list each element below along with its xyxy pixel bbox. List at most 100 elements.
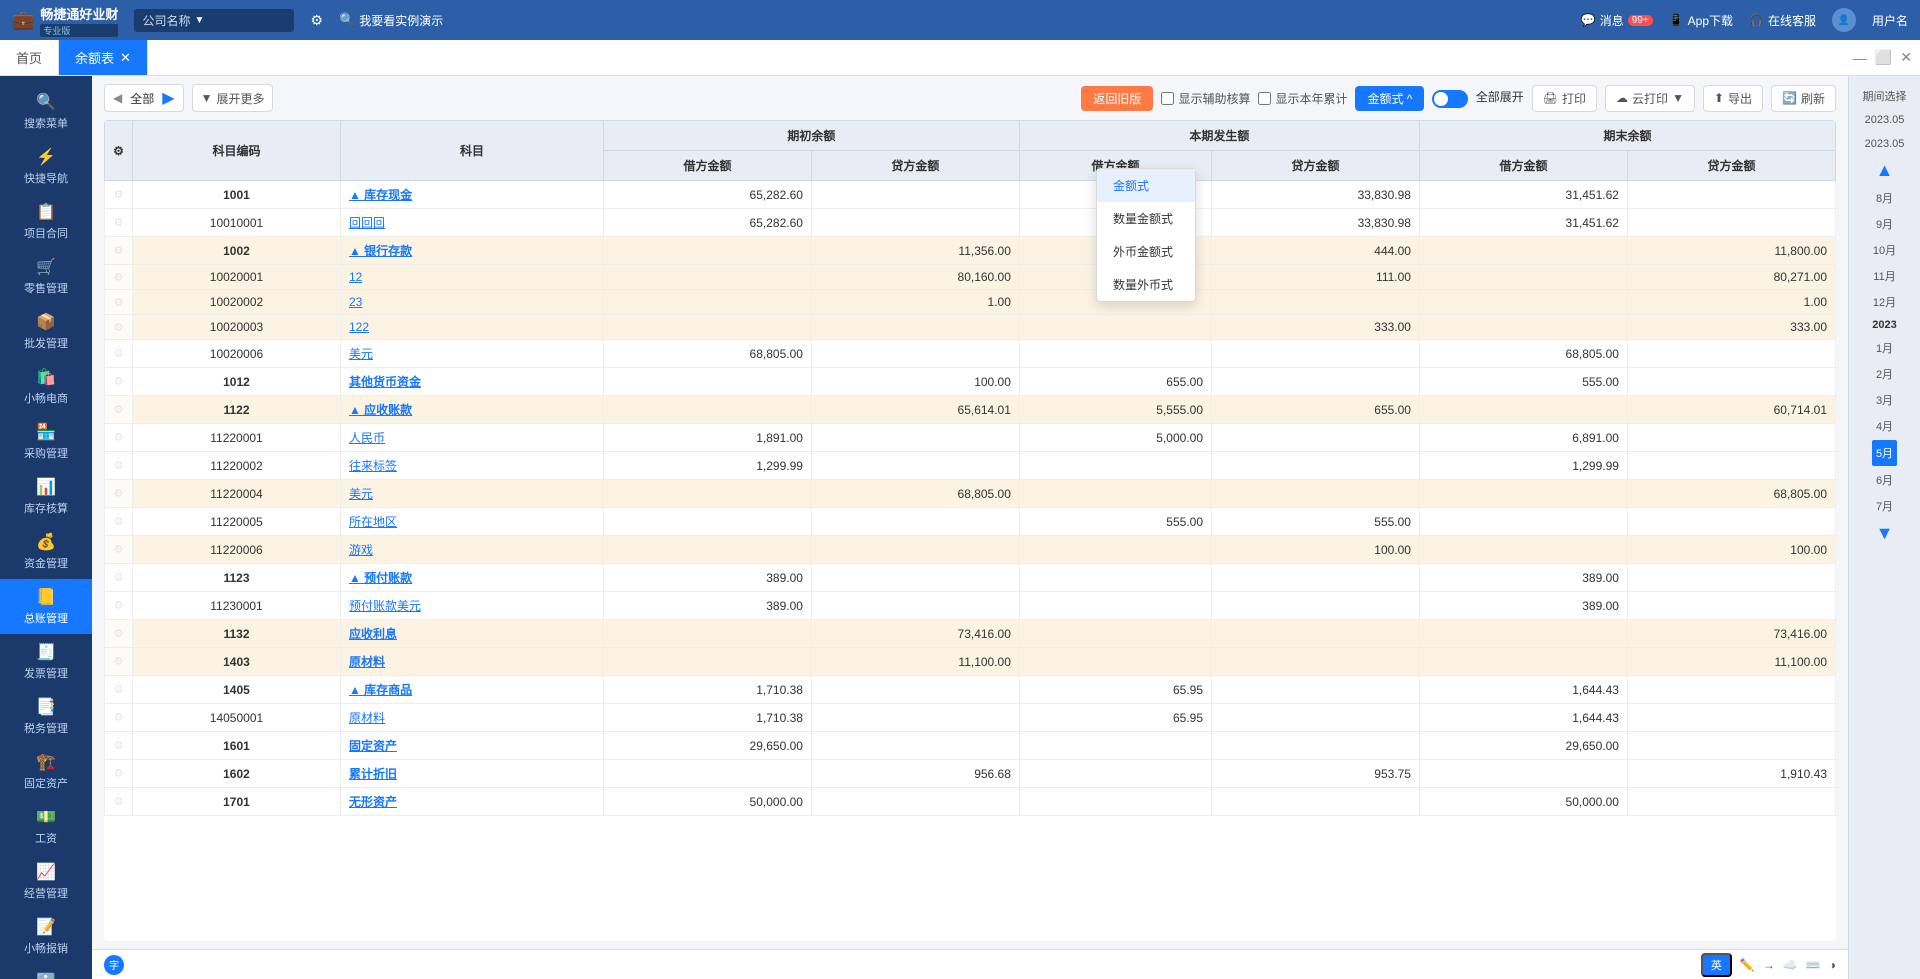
row-gear[interactable]: ⚙: [105, 396, 133, 424]
row-gear[interactable]: ⚙: [105, 508, 133, 536]
sidebar-item-operations[interactable]: 📈 经营管理: [0, 854, 92, 909]
row-gear[interactable]: ⚙: [105, 368, 133, 396]
nav-forward-icon[interactable]: ▶: [162, 88, 174, 108]
month-sep[interactable]: 9月: [1872, 211, 1897, 237]
show-ytd-checkbox[interactable]: [1258, 92, 1271, 105]
dropdown-item-amount[interactable]: 金额式: [1097, 169, 1195, 202]
sidebar-item-tax[interactable]: 📑 税务管理: [0, 689, 92, 744]
month-dec[interactable]: 12月: [1869, 289, 1900, 315]
row-subject[interactable]: ▲ 应收账款: [340, 396, 603, 424]
app-download-btn[interactable]: 📱 App下载: [1669, 12, 1733, 29]
row-subject[interactable]: 美元: [340, 340, 603, 368]
sidebar-item-inventory[interactable]: 📊 库存核算: [0, 469, 92, 524]
row-subject[interactable]: 往来标签: [340, 452, 603, 480]
sidebar-item-project[interactable]: 📋 项目合同: [0, 194, 92, 249]
row-gear[interactable]: ⚙: [105, 760, 133, 788]
row-gear[interactable]: ⚙: [105, 237, 133, 265]
star-icon[interactable]: →: [1763, 958, 1775, 972]
row-gear[interactable]: ⚙: [105, 290, 133, 315]
edit-icon[interactable]: ✏️: [1740, 958, 1755, 972]
show-auxiliary-checkbox[interactable]: [1161, 92, 1174, 105]
refresh-btn[interactable]: 🔄 刷新: [1771, 85, 1836, 112]
row-subject[interactable]: ▲ 库存商品: [340, 676, 603, 704]
notifications-btn[interactable]: 💬 消息 99+: [1581, 12, 1653, 29]
company-selector[interactable]: 公司名称 ▼: [134, 9, 294, 32]
cloud-print-btn[interactable]: ☁ 云打印 ▼: [1605, 85, 1695, 112]
keyboard-icon[interactable]: ⌨️: [1806, 958, 1821, 972]
row-gear[interactable]: ⚙: [105, 676, 133, 704]
translate-icon[interactable]: 字: [104, 955, 124, 975]
row-gear[interactable]: ⚙: [105, 536, 133, 564]
month-jan[interactable]: 1月: [1872, 335, 1897, 361]
row-gear[interactable]: ⚙: [105, 265, 133, 290]
month-jun[interactable]: 6月: [1872, 467, 1897, 493]
row-subject[interactable]: 美元: [340, 480, 603, 508]
col-settings-icon[interactable]: ⚙: [113, 144, 124, 158]
expand-more-btn[interactable]: ▼ 展开更多: [192, 84, 274, 112]
month-aug[interactable]: 8月: [1872, 185, 1897, 211]
row-gear[interactable]: ⚙: [105, 704, 133, 732]
tab-maximize-icon[interactable]: ⬜: [1875, 49, 1892, 66]
cloud-sync-icon[interactable]: ☁️: [1783, 958, 1798, 972]
row-gear[interactable]: ⚙: [105, 592, 133, 620]
row-gear[interactable]: ⚙: [105, 424, 133, 452]
row-subject[interactable]: 无形资产: [340, 788, 603, 816]
tab-minimize-icon[interactable]: —: [1853, 50, 1867, 66]
row-gear[interactable]: ⚙: [105, 340, 133, 368]
month-apr[interactable]: 4月: [1872, 413, 1897, 439]
settings-icon[interactable]: ⚙: [310, 12, 323, 29]
row-subject[interactable]: 23: [340, 290, 603, 315]
month-oct[interactable]: 10月: [1869, 237, 1900, 263]
sidebar-item-ecommerce[interactable]: 🛍️ 小畅电商: [0, 359, 92, 414]
amount-style-btn[interactable]: 金额式 ^: [1355, 86, 1424, 111]
print-btn[interactable]: 🖨 打印: [1532, 85, 1597, 112]
month-jul[interactable]: 7月: [1872, 493, 1897, 519]
sidebar-item-ledger[interactable]: 📒 总账管理: [0, 579, 92, 634]
period-end[interactable]: 2023.05: [1849, 132, 1920, 156]
row-gear[interactable]: ⚙: [105, 315, 133, 340]
tab-home[interactable]: 首页: [0, 40, 59, 75]
row-subject[interactable]: 回回回: [340, 209, 603, 237]
tab-close-icon[interactable]: ✕: [120, 50, 131, 66]
month-mar[interactable]: 3月: [1872, 387, 1897, 413]
nav-back-icon[interactable]: ◀: [113, 91, 122, 105]
month-feb[interactable]: 2月: [1872, 361, 1897, 387]
user-avatar[interactable]: 👤: [1832, 8, 1856, 32]
dropdown-item-qty-amount[interactable]: 数量金额式: [1097, 202, 1195, 235]
row-gear[interactable]: ⚙: [105, 732, 133, 760]
row-subject[interactable]: 原材料: [340, 648, 603, 676]
sidebar-item-invoice[interactable]: 🧾 发票管理: [0, 634, 92, 689]
period-start[interactable]: 2023.05: [1849, 108, 1920, 132]
dropdown-item-qty-foreign[interactable]: 数量外币式: [1097, 268, 1195, 301]
row-gear[interactable]: ⚙: [105, 209, 133, 237]
sidebar-item-report[interactable]: 📝 小畅报销: [0, 909, 92, 964]
row-gear[interactable]: ⚙: [105, 788, 133, 816]
period-expand-up[interactable]: ▲: [1872, 156, 1898, 185]
sidebar-item-assets[interactable]: 🏗️ 固定资产: [0, 744, 92, 799]
dropdown-item-foreign-amount[interactable]: 外币金额式: [1097, 235, 1195, 268]
sidebar-item-search[interactable]: 🔍 搜索菜单: [0, 84, 92, 139]
period-collapse-down[interactable]: ▼: [1872, 519, 1898, 548]
export-btn[interactable]: ⬆ 导出: [1703, 85, 1763, 112]
sidebar-item-wholesale[interactable]: 📦 批发管理: [0, 304, 92, 359]
tab-balance[interactable]: 余额表 ✕: [59, 40, 148, 75]
sidebar-item-basicinfo[interactable]: ℹ️ 基础信息: [0, 964, 92, 979]
row-subject[interactable]: 预付账款美元: [340, 592, 603, 620]
sidebar-item-retail[interactable]: 🛒 零售管理: [0, 249, 92, 304]
row-subject[interactable]: ▲ 银行存款: [340, 237, 603, 265]
row-gear[interactable]: ⚙: [105, 620, 133, 648]
sidebar-item-quicknav[interactable]: ⚡ 快捷导航: [0, 139, 92, 194]
display-icon[interactable]: ◑: [1829, 958, 1836, 972]
row-subject[interactable]: 122: [340, 315, 603, 340]
sidebar-item-finance[interactable]: 💰 资金管理: [0, 524, 92, 579]
demo-link[interactable]: 🔍 我要看实例演示: [339, 12, 443, 29]
row-gear[interactable]: ⚙: [105, 452, 133, 480]
row-subject[interactable]: 其他货币资金: [340, 368, 603, 396]
month-nov[interactable]: 11月: [1869, 263, 1899, 289]
row-subject[interactable]: 原材料: [340, 704, 603, 732]
row-subject[interactable]: 固定资产: [340, 732, 603, 760]
row-gear[interactable]: ⚙: [105, 181, 133, 209]
row-gear[interactable]: ⚙: [105, 648, 133, 676]
lang-btn[interactable]: 英: [1701, 953, 1732, 977]
return-old-version-btn[interactable]: 返回旧版: [1081, 86, 1153, 111]
